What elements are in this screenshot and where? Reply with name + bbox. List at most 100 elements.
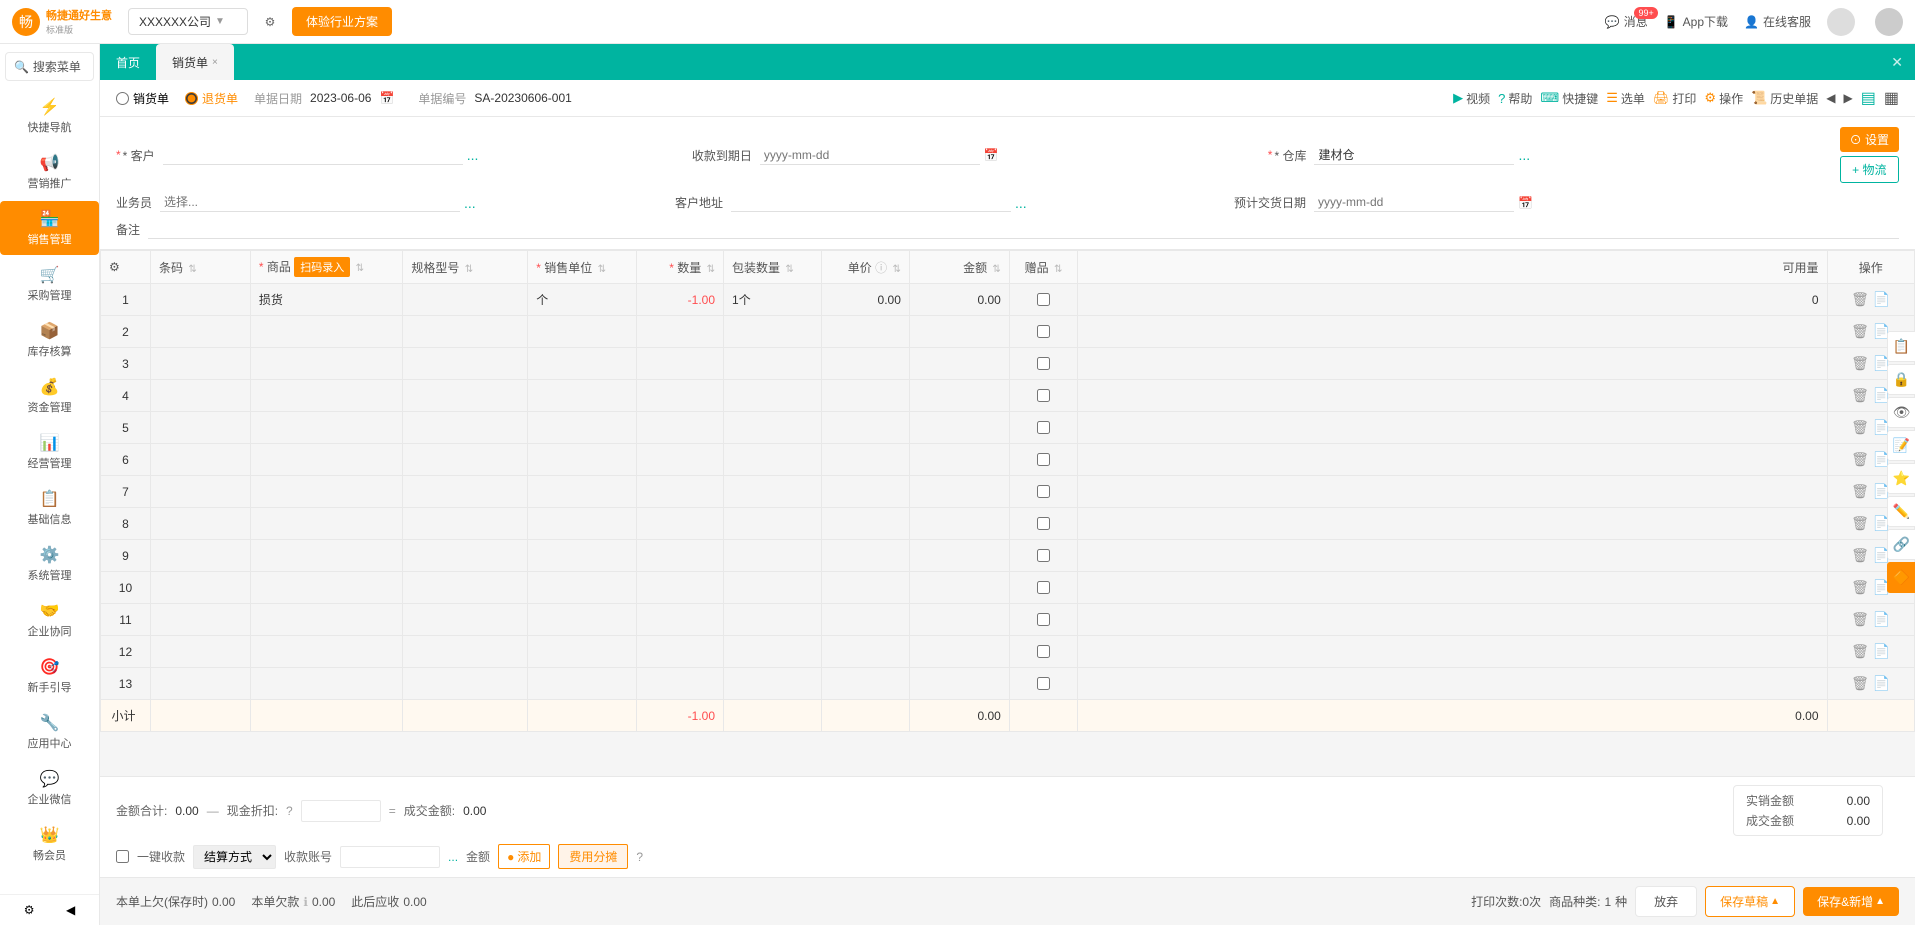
row-barcode-cell[interactable] bbox=[150, 636, 250, 668]
row-barcode-cell[interactable] bbox=[150, 540, 250, 572]
row-price-cell[interactable]: 0.00 bbox=[822, 284, 910, 316]
row-product-cell[interactable] bbox=[250, 636, 403, 668]
row-unit-cell[interactable]: 个 bbox=[528, 284, 636, 316]
row-product-cell[interactable] bbox=[250, 668, 403, 700]
avatar[interactable] bbox=[1827, 8, 1855, 36]
barcode-input[interactable] bbox=[159, 357, 242, 371]
sidebar-item-basic[interactable]: 📋 基础信息 bbox=[0, 481, 99, 535]
delete-row-icon[interactable]: 🗑 bbox=[1851, 451, 1869, 468]
row-amount-cell[interactable] bbox=[909, 444, 1009, 476]
warehouse-input[interactable] bbox=[1314, 146, 1514, 165]
row-price-cell[interactable] bbox=[822, 636, 910, 668]
delete-row-icon[interactable]: 🗑 bbox=[1851, 419, 1869, 436]
sale-order-radio[interactable]: 销货单 bbox=[116, 90, 169, 107]
quick-pay-checkbox[interactable] bbox=[116, 850, 129, 863]
row-price-cell[interactable] bbox=[822, 412, 910, 444]
row-pkgqty-cell[interactable] bbox=[724, 476, 822, 508]
row-pkgqty-cell[interactable]: 1个 bbox=[724, 284, 822, 316]
row-amount-cell[interactable] bbox=[909, 636, 1009, 668]
row-amount-cell[interactable] bbox=[909, 316, 1009, 348]
rfb-link[interactable]: 🔗 bbox=[1887, 529, 1915, 560]
copy-row-icon[interactable]: 📄 bbox=[1873, 291, 1890, 308]
row-spec-cell[interactable] bbox=[403, 444, 528, 476]
save-new-button[interactable]: 保存&新增 ▲ bbox=[1803, 887, 1899, 916]
row-unit-cell[interactable] bbox=[528, 444, 636, 476]
gift-checkbox[interactable] bbox=[1037, 613, 1050, 626]
barcode-input[interactable] bbox=[159, 453, 242, 467]
copy-row-icon[interactable]: 📄 bbox=[1873, 675, 1890, 692]
copy-row-icon[interactable]: 📄 bbox=[1873, 643, 1890, 660]
row-qty-cell[interactable] bbox=[636, 444, 723, 476]
barcode-input[interactable] bbox=[159, 421, 242, 435]
table-settings-icon[interactable]: ⚙ bbox=[109, 260, 120, 274]
account-input[interactable] bbox=[340, 846, 440, 868]
row-qty-cell[interactable] bbox=[636, 348, 723, 380]
add-payment-button[interactable]: ● 添加 bbox=[498, 844, 550, 869]
row-barcode-cell[interactable] bbox=[150, 380, 250, 412]
row-product-cell[interactable]: 损货 bbox=[250, 284, 403, 316]
gift-checkbox[interactable] bbox=[1037, 325, 1050, 338]
row-price-cell[interactable] bbox=[822, 348, 910, 380]
delete-row-icon[interactable]: 🗑 bbox=[1851, 611, 1869, 628]
row-gift-cell[interactable] bbox=[1009, 444, 1077, 476]
sidebar-item-operations[interactable]: 📊 经营管理 bbox=[0, 425, 99, 479]
row-qty-cell[interactable] bbox=[636, 572, 723, 604]
history-button[interactable]: 📜 历史单据 bbox=[1751, 90, 1818, 107]
row-barcode-cell[interactable] bbox=[150, 572, 250, 604]
app-download-button[interactable]: 📱 App下载 bbox=[1664, 13, 1728, 30]
row-pkgqty-cell[interactable] bbox=[724, 572, 822, 604]
row-product-cell[interactable] bbox=[250, 572, 403, 604]
help-button[interactable]: ? 帮助 bbox=[1498, 90, 1532, 107]
tab-close-icon[interactable]: × bbox=[212, 57, 218, 68]
gift-checkbox[interactable] bbox=[1037, 581, 1050, 594]
barcode-input[interactable] bbox=[159, 581, 242, 595]
row-product-cell[interactable] bbox=[250, 604, 403, 636]
tab-home[interactable]: 首页 bbox=[100, 44, 156, 80]
sidebar-item-purchase[interactable]: 🛒 采购管理 bbox=[0, 257, 99, 311]
row-unit-cell[interactable] bbox=[528, 604, 636, 636]
gift-checkbox[interactable] bbox=[1037, 645, 1050, 658]
discount-input[interactable] bbox=[301, 800, 381, 822]
delete-row-icon[interactable]: 🗑 bbox=[1851, 515, 1869, 532]
sidebar-item-inventory[interactable]: 📦 库存核算 bbox=[0, 313, 99, 367]
settings-button[interactable]: ⊙ 设置 bbox=[1840, 127, 1899, 152]
discard-button[interactable]: 放弃 bbox=[1635, 886, 1697, 917]
row-barcode-cell[interactable] bbox=[150, 508, 250, 540]
row-spec-cell[interactable] bbox=[403, 572, 528, 604]
delete-row-icon[interactable]: 🗑 bbox=[1851, 387, 1869, 404]
delete-row-icon[interactable]: 🗑 bbox=[1851, 643, 1869, 660]
sidebar-item-member[interactable]: 👑 畅会员 bbox=[0, 817, 99, 871]
calendar-icon[interactable]: 📅 bbox=[379, 91, 394, 105]
operations-button[interactable]: ⚙ 操作 bbox=[1704, 90, 1743, 107]
row-product-cell[interactable] bbox=[250, 540, 403, 572]
row-qty-cell[interactable] bbox=[636, 540, 723, 572]
gift-checkbox[interactable] bbox=[1037, 357, 1050, 370]
row-qty-cell[interactable] bbox=[636, 636, 723, 668]
save-draft-button[interactable]: 保存草稿 ▲ bbox=[1705, 886, 1795, 917]
receipt-date-input[interactable] bbox=[760, 146, 980, 165]
settings-icon[interactable]: ⚙ bbox=[256, 8, 284, 36]
row-amount-cell[interactable] bbox=[909, 540, 1009, 572]
row-price-cell[interactable] bbox=[822, 316, 910, 348]
row-price-cell[interactable] bbox=[822, 476, 910, 508]
row-product-cell[interactable] bbox=[250, 412, 403, 444]
nav-next-icon[interactable]: ▶ bbox=[1844, 91, 1853, 105]
rfb-star[interactable]: ⭐ bbox=[1887, 463, 1915, 494]
row-spec-cell[interactable] bbox=[403, 412, 528, 444]
row-barcode-cell[interactable] bbox=[150, 348, 250, 380]
row-barcode-cell[interactable] bbox=[150, 604, 250, 636]
row-qty-cell[interactable] bbox=[636, 508, 723, 540]
delete-row-icon[interactable]: 🗑 bbox=[1851, 323, 1869, 340]
delete-row-icon[interactable]: 🗑 bbox=[1851, 547, 1869, 564]
sidebar-item-system[interactable]: ⚙️ 系统管理 bbox=[0, 537, 99, 591]
sidebar-item-quick-nav[interactable]: ⚡ 快捷导航 bbox=[0, 89, 99, 143]
row-unit-cell[interactable] bbox=[528, 348, 636, 380]
expected-date-calendar-icon[interactable]: 📅 bbox=[1518, 196, 1533, 210]
row-amount-cell[interactable] bbox=[909, 604, 1009, 636]
row-amount-cell[interactable] bbox=[909, 348, 1009, 380]
row-pkgqty-cell[interactable] bbox=[724, 348, 822, 380]
row-spec-cell[interactable] bbox=[403, 540, 528, 572]
row-product-cell[interactable] bbox=[250, 348, 403, 380]
row-amount-cell[interactable]: 0.00 bbox=[909, 284, 1009, 316]
rfb-lock[interactable]: 🔒 bbox=[1887, 364, 1915, 395]
